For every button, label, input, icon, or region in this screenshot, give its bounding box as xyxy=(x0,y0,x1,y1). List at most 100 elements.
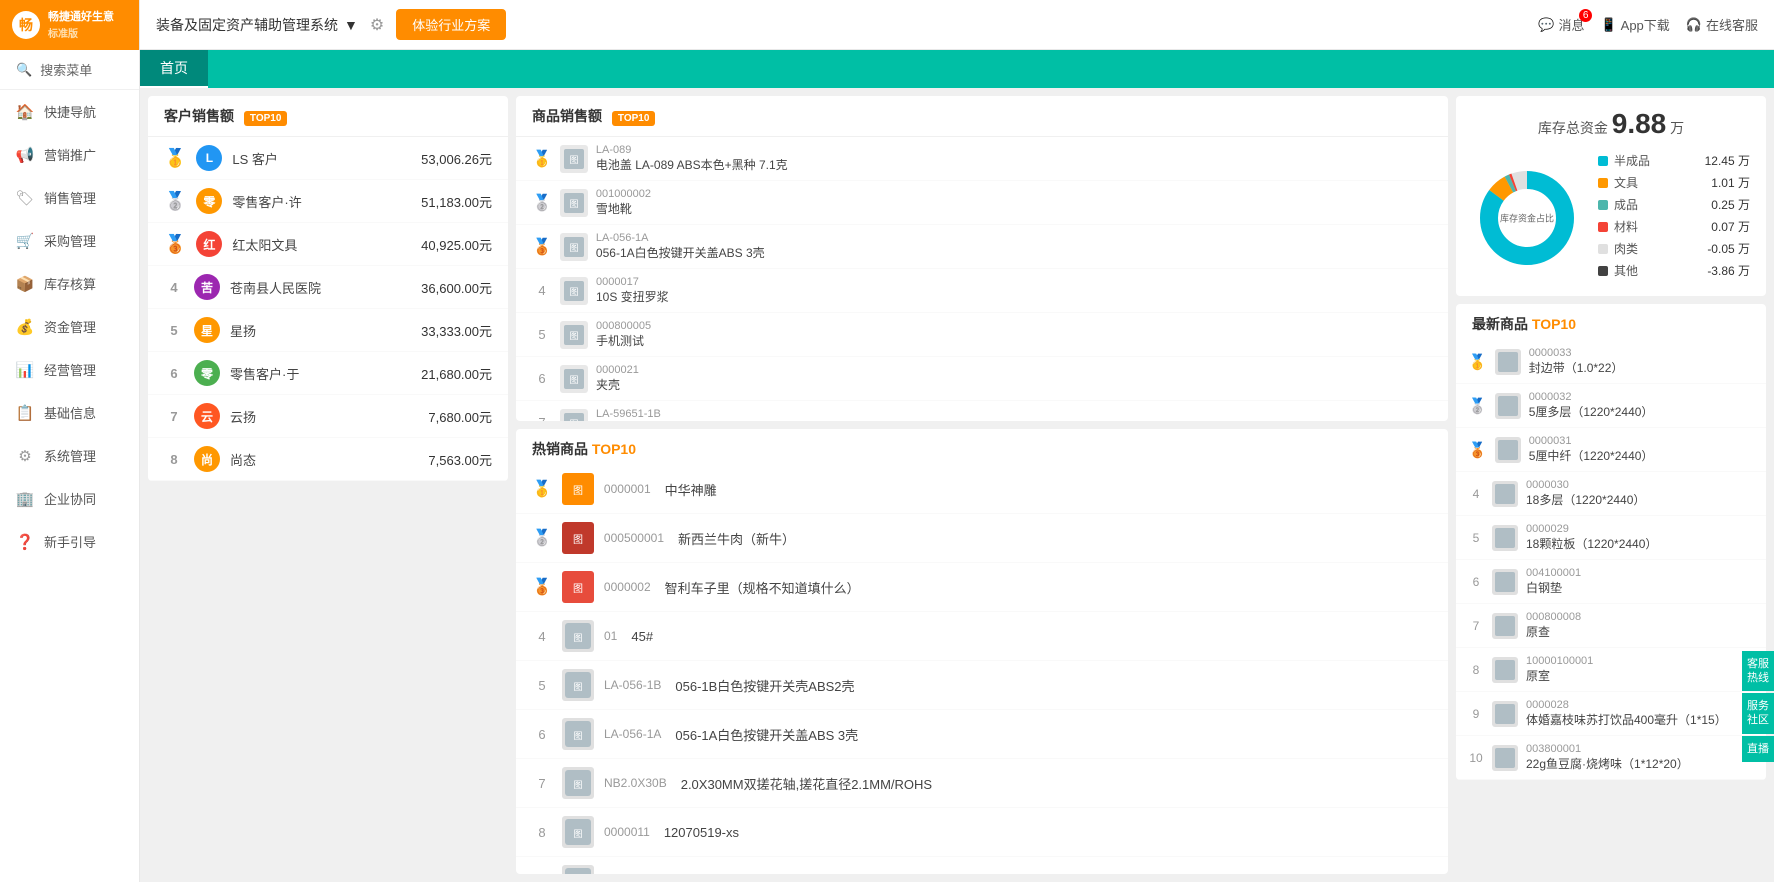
customer-amount: 40,925.00元 xyxy=(421,235,492,254)
legend-item: 文具 1.01 万 xyxy=(1598,174,1750,191)
product-name: 10S 变扭罗浆 xyxy=(596,288,1432,305)
new-product-image xyxy=(1492,745,1518,771)
system-selector[interactable]: 装备及固定资产辅助管理系统 ▼ xyxy=(156,15,358,35)
new-product-item: 9 0000028 体婚嘉枝味苏打饮品400毫升（1*15） xyxy=(1456,692,1766,736)
hot-product-item: 8 图 0000011 12070519-xs xyxy=(516,808,1448,857)
chevron-down-icon: ▼ xyxy=(344,17,358,33)
rank-number: 8 xyxy=(532,825,552,840)
new-product-name: 18颗粒板（1220*2440） xyxy=(1526,535,1754,552)
settings-icon[interactable]: ⚙ xyxy=(370,15,384,35)
customer-rank-item: 6 零 零售客户·于 21,680.00元 xyxy=(148,352,508,395)
legend-name: 成品 xyxy=(1614,196,1711,213)
hot-product-item: 7 图 NB2.0X30B 2.0X30MM双搓花轴,搓花直径2.1MM/ROH… xyxy=(516,759,1448,808)
logo-icon: 畅 xyxy=(12,11,40,39)
inventory-chart-area: 库存资金占比 半成品 12.45 万 文具 1.01 万 成品 0.25 万 材… xyxy=(1472,152,1750,284)
service-community-btn[interactable]: 服务社区 xyxy=(1742,693,1774,734)
svg-text:图: 图 xyxy=(573,633,582,643)
hot-product-image-placeholder: 图 xyxy=(562,767,594,799)
new-product-item: 6 004100001 白钢垫 xyxy=(1456,560,1766,604)
rank-medal-silver: 🥈 xyxy=(164,191,186,212)
product-image: 图 xyxy=(560,409,588,422)
app-download-button[interactable]: 📱 App下载 xyxy=(1600,15,1669,34)
customer-top10-badge: TOP10 xyxy=(244,111,288,126)
new-product-item: 🥇 0000033 封边带（1.0*22） xyxy=(1456,340,1766,384)
content-area: 客户销售额 TOP10 🥇 L LS 客户 53,006.26元 🥈 零 零售客… xyxy=(140,88,1774,882)
hot-product-code: NB2.0X30B xyxy=(604,776,667,790)
rank-number: 7 xyxy=(532,415,552,421)
sidebar-item-basics[interactable]: 📋 基础信息 xyxy=(0,391,139,434)
product-sales-title: 商品销售额 TOP10 xyxy=(532,106,655,126)
tab-home[interactable]: 首页 xyxy=(140,50,208,88)
search-menu-label: 搜索菜单 xyxy=(40,60,92,79)
product-sales-item: 🥉 图 LA-056-1A 056-1A白色按键开关盖ABS 3壳 xyxy=(516,225,1448,269)
hot-product-item: 🥉 图 0000002 智利车子里（规格不知道填什么） xyxy=(516,563,1448,612)
hot-product-code: 000500001 xyxy=(604,531,664,545)
sidebar-item-operations[interactable]: 📊 经营管理 xyxy=(0,348,139,391)
legend-value: -0.05 万 xyxy=(1707,240,1750,257)
try-button[interactable]: 体验行业方案 xyxy=(396,9,506,40)
inventory-section: 库存总资金 9.88 万 xyxy=(1456,96,1766,296)
nav-label: 快捷导航 xyxy=(44,102,96,121)
svg-text:图: 图 xyxy=(573,780,582,790)
sidebar-item-guide[interactable]: ❓ 新手引导 xyxy=(0,520,139,563)
inventory-unit: 万 xyxy=(1670,120,1684,136)
sidebar-item-finance[interactable]: 💰 资金管理 xyxy=(0,305,139,348)
rank-number: 9 xyxy=(1468,707,1484,721)
customer-avatar: 尚 xyxy=(194,446,220,472)
product-image: 图 xyxy=(560,145,588,173)
inventory-icon: 📦 xyxy=(16,275,34,293)
sidebar-item-system[interactable]: ⚙ 系统管理 xyxy=(0,434,139,477)
product-code: 0000017 xyxy=(596,276,1432,288)
rank-number: 5 xyxy=(532,678,552,693)
new-product-info: 0000032 5厘多层（1220*2440） xyxy=(1529,391,1754,420)
product-info: 0000017 10S 变扭罗浆 xyxy=(596,276,1432,305)
new-products-card: 最新商品 TOP10 🥇 0000033 封边带（1.0*22） 🥈 00000… xyxy=(1456,304,1766,780)
customer-avatar: 红 xyxy=(196,231,222,257)
hot-product-name: 056-1A白色按键开关盖ABS 3壳 xyxy=(675,725,858,744)
svg-text:图: 图 xyxy=(569,287,578,297)
legend-value: 12.45 万 xyxy=(1705,152,1750,169)
product-code: 001000002 xyxy=(596,188,1432,200)
tab-bar: 首页 xyxy=(140,50,1774,88)
rank-medal-bronze: 🥉 xyxy=(164,234,186,255)
online-service-button[interactable]: 🎧 在线客服 xyxy=(1686,15,1758,34)
new-product-item: 8 10000100001 原室 xyxy=(1456,648,1766,692)
customer-avatar: 云 xyxy=(194,403,220,429)
new-product-item: 7 000800008 原查 xyxy=(1456,604,1766,648)
message-button[interactable]: 💬 消息 6 xyxy=(1538,15,1584,34)
product-info: LA-59651-1B 59651-1B旋转投影灯电池盒ABS黑色+58壳 xyxy=(596,408,1432,421)
app-download-label: App下载 xyxy=(1621,15,1670,34)
sidebar-item-inventory[interactable]: 📦 库存核算 xyxy=(0,262,139,305)
new-product-image xyxy=(1492,481,1518,507)
customer-avatar: L xyxy=(196,145,222,171)
hot-products-title: 热销商品 TOP10 xyxy=(516,429,1448,465)
rank-number: 6 xyxy=(1468,575,1484,589)
inventory-card: 库存总资金 9.88 万 xyxy=(1456,96,1766,296)
customer-amount: 36,600.00元 xyxy=(421,278,492,297)
rank-medal-bronze: 🥉 xyxy=(532,577,552,597)
hot-product-image: 图 xyxy=(562,473,594,505)
rank-number: 5 xyxy=(532,327,552,342)
svg-text:图: 图 xyxy=(569,243,578,253)
sidebar-item-sales[interactable]: 🏷 销售管理 xyxy=(0,176,139,219)
new-product-info: 003800001 22g鱼豆腐·烧烤味（1*12*20） xyxy=(1526,743,1754,772)
svg-text:图: 图 xyxy=(569,199,578,209)
sidebar-item-quick-nav[interactable]: 🏠 快捷导航 xyxy=(0,90,139,133)
sidebar-item-purchase[interactable]: 🛒 采购管理 xyxy=(0,219,139,262)
search-menu[interactable]: 🔍 搜索菜单 xyxy=(0,50,139,90)
main-area: 装备及固定资产辅助管理系统 ▼ ⚙ 体验行业方案 💬 消息 6 📱 App下载 … xyxy=(140,0,1774,882)
rank-number: 4 xyxy=(532,283,552,298)
service-live-btn[interactable]: 直播 xyxy=(1742,736,1774,762)
customer-name: 苍南县人民医院 xyxy=(230,278,411,297)
svg-text:图: 图 xyxy=(573,534,583,546)
hot-product-item: 🥇 图 0000001 中华神雕 xyxy=(516,465,1448,514)
service-hotline-btn[interactable]: 客服热线 xyxy=(1742,651,1774,692)
nav-label: 采购管理 xyxy=(44,231,96,250)
online-service-label: 在线客服 xyxy=(1706,15,1758,34)
legend-item: 材料 0.07 万 xyxy=(1598,218,1750,235)
top-bar: 装备及固定资产辅助管理系统 ▼ ⚙ 体验行业方案 💬 消息 6 📱 App下载 … xyxy=(140,0,1774,50)
product-info: LA-056-1A 056-1A白色按键开关盖ABS 3壳 xyxy=(596,232,1432,261)
sidebar-item-company[interactable]: 🏢 企业协同 xyxy=(0,477,139,520)
legend-name: 文具 xyxy=(1614,174,1711,191)
sidebar-item-marketing[interactable]: 📢 营销推广 xyxy=(0,133,139,176)
